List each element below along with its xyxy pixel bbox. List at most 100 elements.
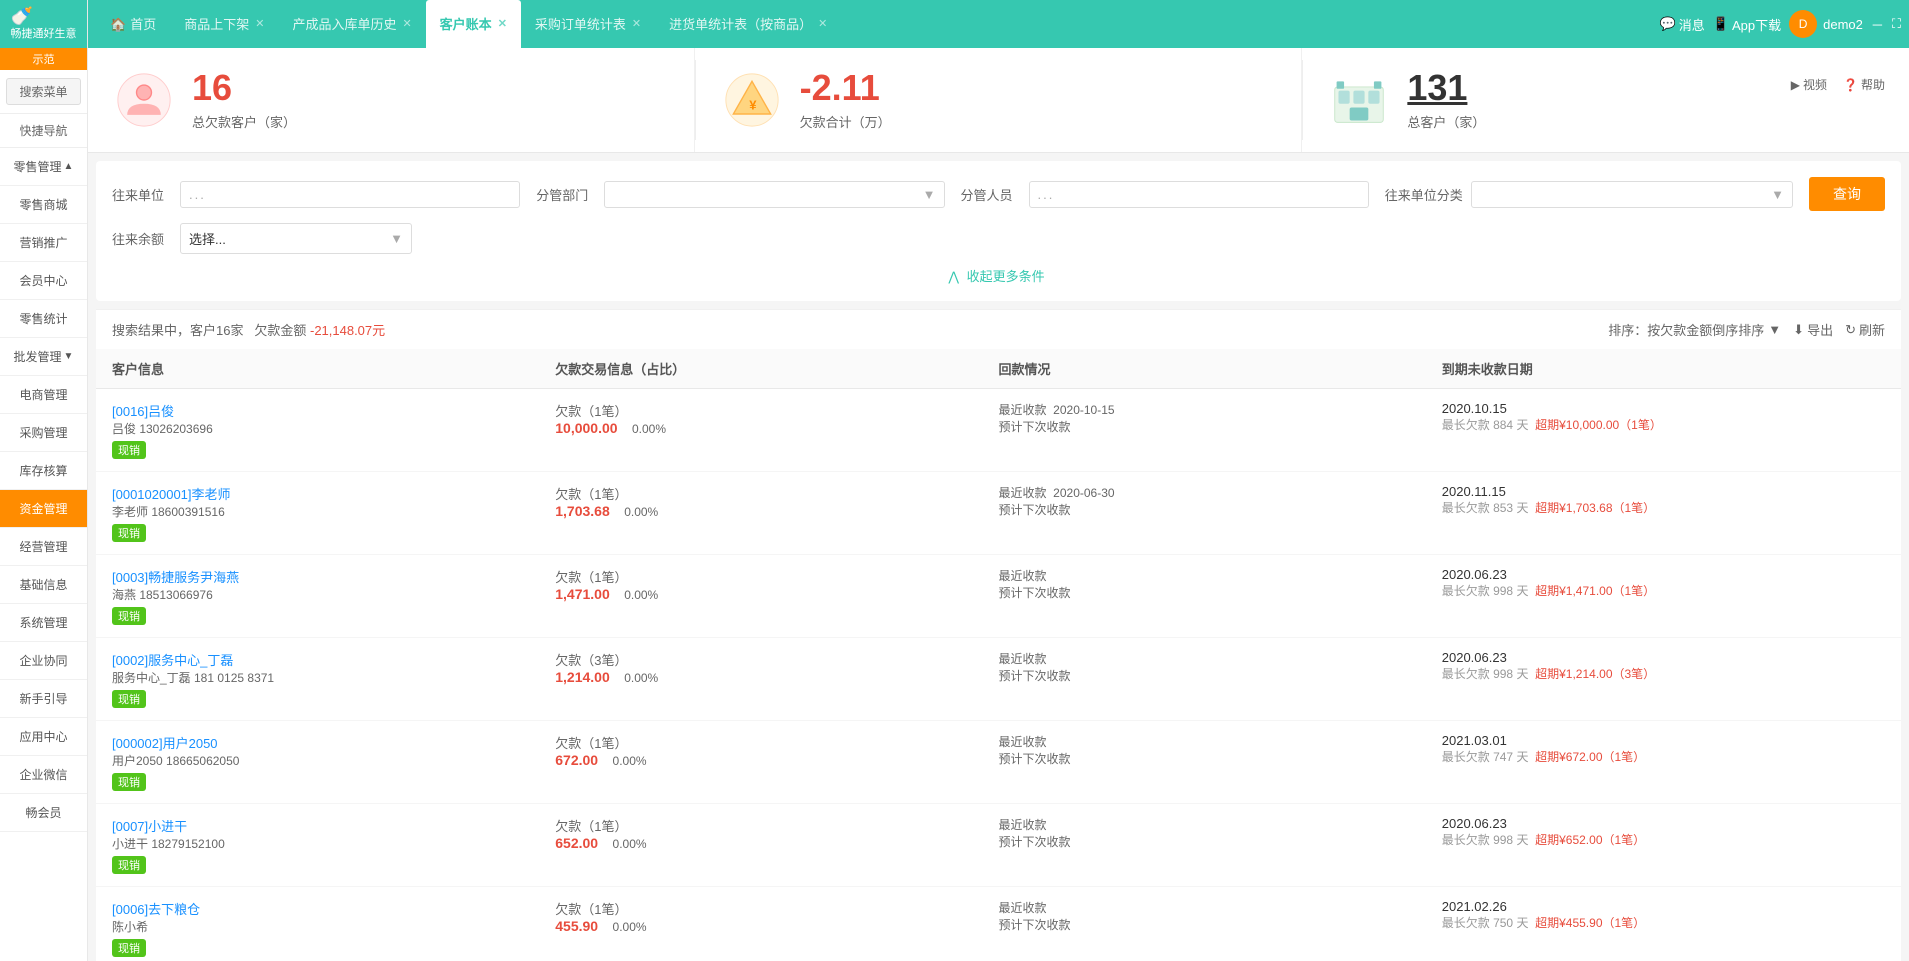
payment-cell: 最近收款 预计下次收款 [999, 650, 1442, 708]
dept-select[interactable]: ▼ [604, 181, 944, 208]
customer-name[interactable]: [0006]去下粮仓 [112, 899, 555, 918]
col-payment: 回款情况 [999, 359, 1442, 378]
customer-name[interactable]: [0016]吕俊 [112, 401, 555, 420]
stats-row: 16 总欠款客户（家） ¥ -2.11 欠 [88, 48, 1909, 153]
collapse-button[interactable]: ⋀ 收起更多条件 [112, 266, 1885, 285]
recent-date: 2020-06-30 [1053, 486, 1114, 500]
sidebar-item-ecommerce[interactable]: 电商管理 [0, 376, 87, 414]
close-icon[interactable]: ✕ [632, 19, 641, 30]
sidebar-item-inventory[interactable]: 库存核算 [0, 452, 87, 490]
sidebar-item-retail-mgmt[interactable]: 零售管理 ▲ [0, 148, 87, 186]
filter-category-label: 往来单位分类 [1385, 185, 1463, 204]
overdue-days: 最长欠款 853 天 超期¥1,703.68（1笔） [1442, 499, 1885, 516]
debt-amount: 455.90 [555, 918, 598, 934]
demo-tag[interactable]: 示范 [0, 48, 87, 70]
tab-home[interactable]: 🏠 首页 [96, 0, 170, 48]
sidebar-item-guide[interactable]: 新手引导 [0, 680, 87, 718]
message-button[interactable]: 💬 消息 [1660, 15, 1705, 34]
due-date: 2021.02.26 [1442, 899, 1885, 914]
sidebar-item-system[interactable]: 系统管理 [0, 604, 87, 642]
close-icon[interactable]: ✕ [255, 19, 264, 30]
tab-product-status[interactable]: 商品上下架 ✕ [170, 0, 278, 48]
video-action[interactable]: ▶ 视频 [1791, 76, 1827, 93]
user-menu[interactable]: D demo2 [1789, 10, 1863, 38]
chevron-down-icon: ▼ [1771, 187, 1784, 202]
debt-info-cell: 欠款（1笔） 1,471.00 0.00% [555, 567, 998, 625]
balance-select[interactable]: 选择... ▼ [180, 223, 412, 254]
customer-phone: 小进干 18279152100 [112, 835, 555, 852]
results-text: 搜索结果中，客户16家 [112, 323, 243, 338]
sidebar-item-basic-info[interactable]: 基础信息 [0, 566, 87, 604]
customer-phone: 陈小希 [112, 918, 555, 935]
customer-name[interactable]: [000002]用户2050 [112, 733, 555, 752]
search-section: 搜索菜单 [0, 70, 87, 114]
recent-payment-label: 最近收款 [999, 733, 1442, 750]
results-summary: 搜索结果中，客户16家 欠款金额 -21,148.07元 [112, 320, 385, 339]
refresh-button[interactable]: ↻ 刷新 [1845, 320, 1885, 339]
close-icon[interactable]: ✕ [818, 19, 827, 30]
customer-info-cell: [0007]小进干 小进干 18279152100 现销 [112, 816, 555, 874]
chevron-down-icon: ▲ [64, 161, 74, 172]
overdue-amount[interactable]: 超期¥1,214.00（3笔） [1535, 667, 1655, 681]
collapse-label: 收起更多条件 [967, 269, 1045, 284]
sidebar-item-marketing[interactable]: 营销推广 [0, 224, 87, 262]
close-icon[interactable]: ✕ [498, 19, 507, 30]
filter-unit-label: 往来单位 [112, 185, 172, 204]
customer-name[interactable]: [0007]小进干 [112, 816, 555, 835]
debt-amount: 1,471.00 [555, 586, 610, 602]
maximize-button[interactable]: ⛶ [1892, 16, 1901, 32]
quick-nav[interactable]: 快捷导航 [0, 114, 87, 148]
overdue-amount[interactable]: 超期¥455.90（1笔） [1535, 916, 1645, 930]
chevron-down-icon: ▼ [390, 231, 403, 246]
stat-info-overdue: 16 总欠款客户（家） [192, 70, 296, 131]
sidebar-item-batch-mgmt[interactable]: 批发管理 ▼ [0, 338, 87, 376]
overdue-amount[interactable]: 超期¥1,471.00（1笔） [1535, 584, 1655, 598]
tab-product-history[interactable]: 产成品入库单历史 ✕ [278, 0, 425, 48]
search-menu-button[interactable]: 搜索菜单 [6, 78, 81, 105]
sidebar-item-enterprise[interactable]: 企业协同 [0, 642, 87, 680]
download-icon: 📱 [1713, 16, 1729, 32]
overdue-amount[interactable]: 超期¥10,000.00（1笔） [1535, 418, 1662, 432]
debt-percent: 0.00% [613, 754, 647, 768]
next-collection: 预计下次收款 [999, 833, 1442, 850]
nav-tabs: 🏠 首页 商品上下架 ✕ 产成品入库单历史 ✕ 客户账本 ✕ 采购订单统计表 [96, 0, 1660, 48]
filter-person: 分管人员 ... [961, 181, 1369, 208]
sidebar-item-apps[interactable]: 应用中心 [0, 718, 87, 756]
app-download-button[interactable]: 📱 App下载 [1713, 15, 1781, 34]
unit-input[interactable]: ... [180, 181, 520, 208]
sidebar-item-operations[interactable]: 经营管理 [0, 528, 87, 566]
stat-card-total-customers: 131 总客户（家） ▶ 视频 ❓ 帮助 [1303, 48, 1909, 152]
minimize-button[interactable]: － [1871, 15, 1884, 34]
sidebar-item-vip[interactable]: 畅会员 [0, 794, 87, 832]
tab-incoming-stats[interactable]: 进货单统计表（按商品） ✕ [655, 0, 841, 48]
customer-name[interactable]: [0003]畅捷服务尹海燕 [112, 567, 555, 586]
overdue-amount[interactable]: 超期¥1,703.68（1笔） [1535, 501, 1655, 515]
customer-name[interactable]: [0001020001]李老师 [112, 484, 555, 503]
sidebar-item-retail-mall[interactable]: 零售商城 [0, 186, 87, 224]
sort-button[interactable]: 排序：按欠款金额倒序排序 ▼ [1608, 320, 1781, 339]
search-button[interactable]: 查询 [1809, 177, 1885, 211]
filter-dept-label: 分管部门 [536, 185, 596, 204]
top-nav-actions: 💬 消息 📱 App下载 D demo2 － ⛶ [1660, 10, 1901, 38]
debt-info-cell: 欠款（1笔） 1,703.68 0.00% [555, 484, 998, 542]
sidebar-item-capital[interactable]: 资金管理 [0, 490, 87, 528]
overdue-amount[interactable]: 超期¥652.00（1笔） [1535, 833, 1645, 847]
tab-purchase-stats[interactable]: 采购订单统计表 ✕ [521, 0, 655, 48]
stat-card-total-debt: ¥ -2.11 欠款合计（万） [696, 48, 1303, 152]
due-date: 2021.03.01 [1442, 733, 1885, 748]
category-select[interactable]: ▼ [1471, 181, 1793, 208]
sidebar-item-retail-stats[interactable]: 零售统计 [0, 300, 87, 338]
export-button[interactable]: ⬇ 导出 [1793, 320, 1833, 339]
sidebar-item-purchase[interactable]: 采购管理 [0, 414, 87, 452]
customer-name[interactable]: [0002]服务中心_丁磊 [112, 650, 555, 669]
overdue-amount[interactable]: 超期¥672.00（1笔） [1535, 750, 1645, 764]
next-collection: 预计下次收款 [999, 916, 1442, 933]
close-icon[interactable]: ✕ [402, 19, 411, 30]
help-action[interactable]: ❓ 帮助 [1843, 76, 1885, 93]
tab-customer-account[interactable]: 客户账本 ✕ [426, 0, 521, 48]
customer-tag: 现销 [112, 607, 146, 625]
sidebar-item-members[interactable]: 会员中心 [0, 262, 87, 300]
sidebar-item-weixin[interactable]: 企业微信 [0, 756, 87, 794]
stat-card-actions: ▶ 视频 ❓ 帮助 [1791, 68, 1885, 93]
person-input[interactable]: ... [1029, 181, 1369, 208]
